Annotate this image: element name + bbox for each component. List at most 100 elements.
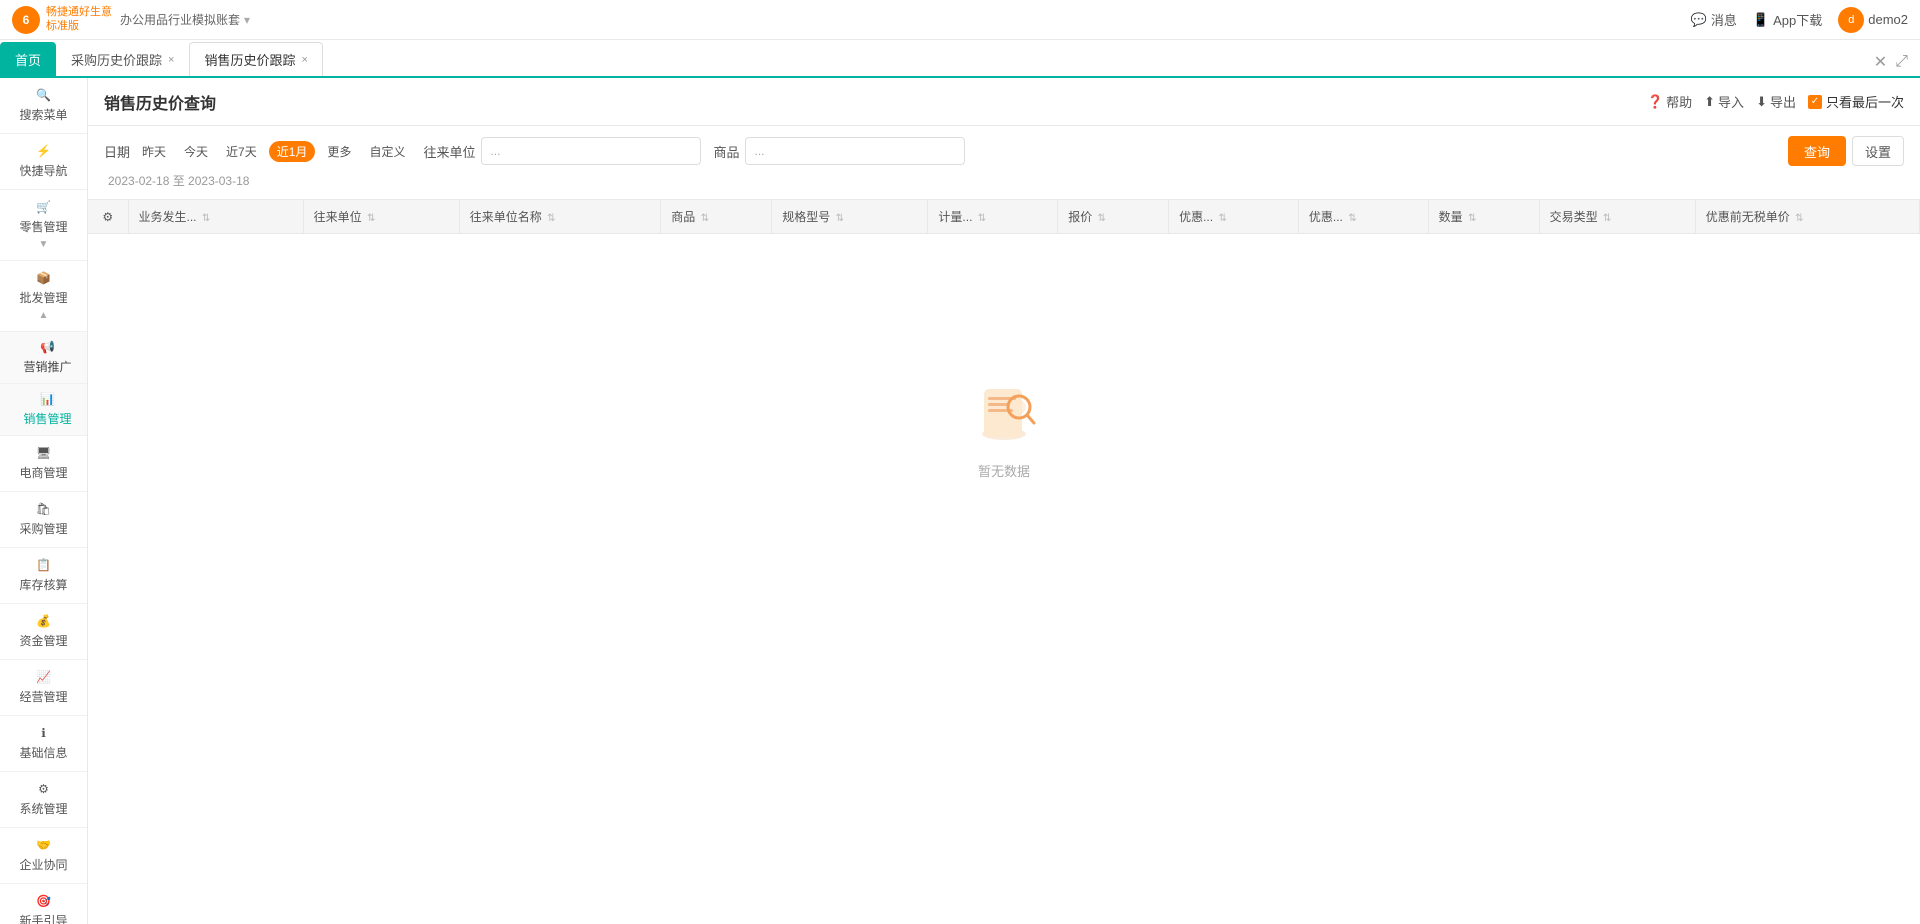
sort-arrows-qty[interactable]: ⇅	[1468, 213, 1476, 224]
sales-mgmt-icon: 📊	[40, 392, 55, 406]
inventory-icon: 📋	[36, 558, 51, 572]
sidebar-item-tutorial[interactable]: 🎯 新手引导	[0, 884, 87, 924]
col-partner-code-label: 往来单位	[314, 210, 362, 224]
marketing-icon: 📢	[40, 340, 55, 354]
purchase-icon: 🛍	[36, 502, 51, 516]
sidebar-item-sales-mgmt[interactable]: 📊 销售管理	[0, 384, 87, 436]
export-button[interactable]: ⬇ 导出	[1756, 92, 1796, 111]
top-bar-left: 6 畅捷通好生意 标准版 办公用品行业模拟账套 ▾	[12, 6, 250, 34]
page-actions: ❓ 帮助 ⬆ 导入 ⬇ 导出 ✓ 只看最后一次	[1647, 92, 1904, 111]
sort-arrows-partner-name[interactable]: ⇅	[547, 213, 555, 224]
partner-filter-item: 往来单位 ...	[423, 137, 701, 165]
app-download-button[interactable]: 📱 App下载	[1753, 10, 1822, 29]
sidebar-item-search[interactable]: 🔍 搜索菜单	[0, 78, 87, 134]
date-btn-7days[interactable]: 近7天	[220, 141, 263, 162]
wholesale-arrow-icon: ▲	[39, 310, 49, 321]
sidebar-item-purchase[interactable]: 🛍 采购管理	[0, 492, 87, 548]
col-qty-label: 数量	[1439, 210, 1463, 224]
sort-arrows-discount2[interactable]: ⇅	[1348, 213, 1356, 224]
col-product: 商品 ⇅	[661, 200, 772, 234]
sort-arrows-discount1[interactable]: ⇅	[1218, 213, 1226, 224]
page-header: 销售历史价查询 ❓ 帮助 ⬆ 导入 ⬇ 导出 ✓ 只看最后一次	[88, 78, 1920, 126]
sort-arrows-price[interactable]: ⇅	[1098, 213, 1106, 224]
expand-icon[interactable]: ⤢	[1895, 53, 1908, 71]
sidebar-item-ecommerce[interactable]: 🖥 电商管理	[0, 436, 87, 492]
only-last-checkbox-wrap[interactable]: ✓ 只看最后一次	[1808, 92, 1904, 111]
date-btn-more[interactable]: 更多	[321, 141, 357, 162]
tab-sales-history[interactable]: 销售历史价跟踪 ×	[189, 42, 322, 76]
col-pre-tax-price-label: 优惠前无税单价	[1706, 210, 1790, 224]
sidebar-item-collab[interactable]: 🤝 企业协同	[0, 828, 87, 884]
col-unit-label: 计量...	[938, 210, 972, 224]
partner-label: 往来单位	[423, 142, 475, 161]
sort-arrows-product[interactable]: ⇅	[701, 213, 709, 224]
close-purchase-tab-icon[interactable]: ×	[168, 54, 174, 66]
tab-purchase-history[interactable]: 采购历史价跟踪 ×	[56, 42, 189, 76]
sidebar-item-marketing[interactable]: 📢 营销推广	[0, 332, 87, 384]
sidebar-item-system[interactable]: ⚙ 系统管理	[0, 772, 87, 828]
col-trade-type-label: 交易类型	[1550, 210, 1598, 224]
system-icon: ⚙	[38, 782, 49, 796]
sort-arrows-partner-code[interactable]: ⇅	[367, 213, 375, 224]
col-trade-type: 交易类型 ⇅	[1539, 200, 1695, 234]
setting-button[interactable]: 设置	[1852, 136, 1904, 166]
sidebar-item-operations[interactable]: 📈 经营管理	[0, 660, 87, 716]
sort-arrows-spec[interactable]: ⇅	[836, 213, 844, 224]
close-sales-tab-icon[interactable]: ×	[301, 54, 307, 66]
tab-sales-label: 销售历史价跟踪	[204, 50, 295, 69]
top-bar: 6 畅捷通好生意 标准版 办公用品行业模拟账套 ▾ 💬 消息 📱 App下载 d…	[0, 0, 1920, 40]
breadcrumb-label: 办公用品行业模拟账套	[120, 11, 240, 28]
col-price-label: 报价	[1068, 210, 1092, 224]
gear-settings-icon[interactable]: ⚙	[102, 210, 113, 224]
close-all-tabs-icon[interactable]: ✕	[1874, 52, 1887, 72]
sidebar-purchase-label: 采购管理	[19, 520, 67, 537]
date-label: 日期	[104, 142, 130, 161]
message-button[interactable]: 💬 消息	[1691, 10, 1737, 29]
query-button[interactable]: 查询	[1788, 136, 1846, 166]
sidebar-wholesale-label: 批发管理	[19, 289, 67, 306]
tab-actions: ✕ ⤢	[1874, 52, 1920, 76]
gear-settings-col[interactable]: ⚙	[88, 200, 128, 234]
sidebar-quicknav-label: 快捷导航	[19, 162, 67, 179]
tutorial-icon: 🎯	[36, 894, 51, 908]
sidebar-item-wholesale[interactable]: 📦 批发管理 ▲	[0, 261, 87, 332]
sidebar-finance-label: 资金管理	[19, 632, 67, 649]
col-qty: 数量 ⇅	[1428, 200, 1539, 234]
product-input-dots: ...	[754, 144, 764, 158]
breadcrumb-arrow-icon[interactable]: ▾	[244, 13, 250, 27]
sidebar-item-quicknav[interactable]: ⚡ 快捷导航	[0, 134, 87, 190]
date-filter-item: 日期 昨天 今天 近7天 近1月 更多 自定义	[104, 141, 411, 162]
sidebar-item-retail[interactable]: 🛒 零售管理 ▼	[0, 190, 87, 261]
only-last-checkbox[interactable]: ✓	[1808, 95, 1822, 109]
date-btn-yesterday[interactable]: 昨天	[136, 141, 172, 162]
lightning-icon: ⚡	[36, 144, 51, 158]
help-button[interactable]: ❓ 帮助	[1647, 92, 1692, 111]
collab-icon: 🤝	[36, 838, 51, 852]
sort-arrows-date[interactable]: ⇅	[202, 213, 210, 224]
partner-input[interactable]: ...	[481, 137, 701, 165]
page-title: 销售历史价查询	[104, 90, 216, 114]
product-filter-item: 商品 ...	[713, 137, 965, 165]
sidebar-retail-label: 零售管理	[19, 218, 67, 235]
sort-arrows-trade-type[interactable]: ⇅	[1603, 213, 1611, 224]
date-btn-today[interactable]: 今天	[178, 141, 214, 162]
tab-home[interactable]: 首页	[0, 42, 56, 76]
sidebar-item-inventory[interactable]: 📋 库存核算	[0, 548, 87, 604]
user-area[interactable]: d demo2	[1838, 7, 1908, 33]
col-discount2-label: 优惠...	[1309, 210, 1343, 224]
sidebar-item-finance[interactable]: 💰 资金管理	[0, 604, 87, 660]
partner-input-dots: ...	[490, 144, 500, 158]
sort-arrows-pre-tax[interactable]: ⇅	[1795, 213, 1803, 224]
operations-icon: 📈	[36, 670, 51, 684]
sidebar: 🔍 搜索菜单 ⚡ 快捷导航 🛒 零售管理 ▼ 📦 批发管理 ▲ 📢 营销推广 📊…	[0, 78, 88, 924]
sort-arrows-unit[interactable]: ⇅	[978, 213, 986, 224]
col-partner-name: 往来单位名称 ⇅	[459, 200, 661, 234]
date-btn-custom[interactable]: 自定义	[363, 141, 411, 162]
col-date: 业务发生... ⇅	[128, 200, 303, 234]
import-button[interactable]: ⬆ 导入	[1704, 92, 1744, 111]
date-btn-1month[interactable]: 近1月	[269, 141, 316, 162]
sidebar-item-basic-info[interactable]: ℹ 基础信息	[0, 716, 87, 772]
product-input[interactable]: ...	[745, 137, 965, 165]
retail-icon: 🛒	[36, 200, 51, 214]
sidebar-search-label: 搜索菜单	[19, 106, 67, 123]
